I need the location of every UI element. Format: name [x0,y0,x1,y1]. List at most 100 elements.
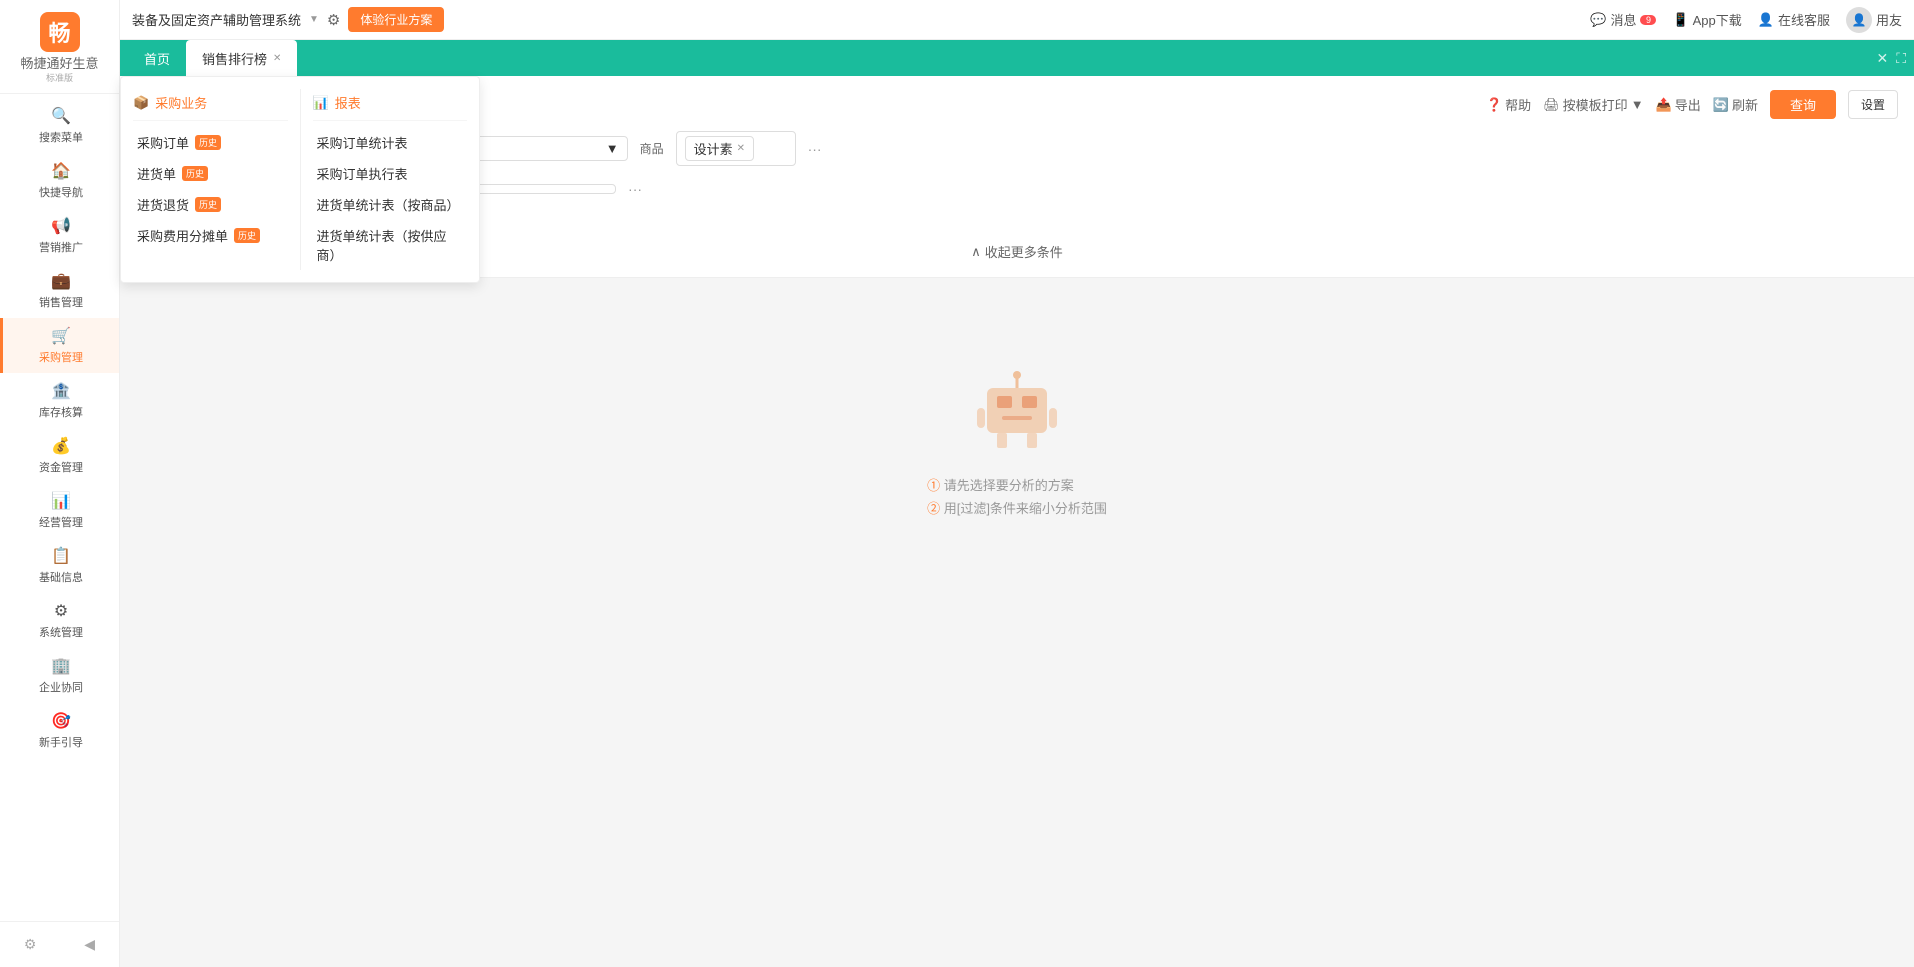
topbar-app-download[interactable]: 📱 App下载 [1672,10,1741,29]
sidebar-item-marketing[interactable]: 📢 营销推广 [0,208,119,263]
purchase-col: 📦 采购业务 采购订单 历史 进货单 历史 进货退货 历史 采购费用分摊单 历史 [121,89,300,270]
sidebar-item-search[interactable]: 🔍搜索菜单 [0,98,119,153]
quick-nav-icon: 🏠 [51,161,71,181]
sidebar-item-operations[interactable]: 📊 经营管理 [0,483,119,538]
print-dropdown-arrow: ▼ [1631,97,1644,112]
purchase-order-stats-item[interactable]: 采购订单统计表 [313,127,468,158]
goods-select[interactable]: 设计素 ✕ [676,131,796,166]
report-col-header: 📊 报表 [313,89,468,121]
incoming-stats-goods-item[interactable]: 进货单统计表（按商品） [313,189,468,220]
report-col-title: 报表 [335,93,361,112]
inventory-icon: 🏦 [51,381,71,401]
purchase-dropdown-menu: 📦 采购业务 采购订单 历史 进货单 历史 进货退货 历史 采购费用分摊单 历史 [120,76,480,283]
tab-sales-rank[interactable]: 销售排行榜 ✕ [186,40,297,76]
help-button[interactable]: ❓ 帮助 [1486,95,1531,114]
quick-nav-label: 快捷导航 [39,184,83,200]
goods-label: 商品 [640,140,664,157]
basic-info-label: 基础信息 [39,569,83,585]
doc-status-arrow: ▼ [606,141,619,156]
purchase-order-exec-item[interactable]: 采购订单执行表 [313,158,468,189]
purchase-order-hist: 历史 [195,135,221,150]
sidebar-footer: ⚙ ◀ [0,921,119,967]
report-col: 📊 报表 采购订单统计表 采购订单执行表 进货单统计表（按商品） 进货单统计表（… [300,89,480,270]
basic-info-icon: 📋 [51,546,71,566]
marketing-icon: 📢 [51,216,71,236]
empty-icon [957,358,1077,458]
sidebar: 畅 畅捷通好生意 标准版 🔍搜索菜单 🏠 快捷导航 📢 营销推广 💼 销售管理 🛒采购管理🏦库… [0,0,120,967]
tab-sales-rank-close[interactable]: ✕ [273,53,281,64]
dropdown-columns: 📦 采购业务 采购订单 历史 进货单 历史 进货退货 历史 采购费用分摊单 历史 [121,89,479,270]
purchase-label: 采购管理 [39,349,83,365]
system-title: 装备及固定资产辅助管理系统 [132,10,301,29]
app-icon: 📱 [1672,12,1688,28]
doc-status-select[interactable]: ▼ [468,136,628,161]
topbar-right: 💬 消息 9 📱 App下载 👤 在线客服 👤 用友 [1590,7,1902,33]
return-goods-item[interactable]: 进货退货 历史 [133,189,288,220]
tab-home-label: 首页 [144,49,170,68]
empty-state: ① 请先选择要分析的方案 ② 用[过滤]条件来缩小分析范围 [120,278,1914,601]
app-logo-text: 畅捷通好生意 标准版 [20,56,98,85]
tab-close-btn[interactable]: ✕ [1876,50,1888,67]
topbar-online-service[interactable]: 👤 在线客服 [1758,10,1830,29]
purchase-order-item[interactable]: 采购订单 历史 [133,127,288,158]
sidebar-settings-btn[interactable]: ⚙ [20,932,41,957]
finance-label: 资金管理 [39,459,83,475]
refresh-button[interactable]: 🔄 刷新 [1713,95,1758,114]
empty-text: ① 请先选择要分析的方案 ② 用[过滤]条件来缩小分析范围 [927,474,1107,521]
refresh-icon: 🔄 [1713,97,1729,113]
incoming-stats-supplier-item[interactable]: 进货单统计表（按供应商） [313,220,468,270]
sidebar-item-finance[interactable]: 💰资金管理 [0,428,119,483]
export-button[interactable]: 📤 导出 [1656,95,1701,114]
app-logo-badge: 标准版 [20,73,98,85]
sidebar-item-enterprise[interactable]: 🏢 企业协同 [0,648,119,703]
search-icon: 🔍 [51,106,71,126]
incoming-order-item[interactable]: 进货单 历史 [133,158,288,189]
industry-solution-button[interactable]: 体验行业方案 [348,7,444,32]
purchase-expense-item[interactable]: 采购费用分摊单 历史 [133,220,288,251]
report-col-icon: 📊 [313,95,329,111]
collapse-icon: ∧ [971,244,981,260]
enterprise-icon: 🏢 [51,656,71,676]
system-title-dropdown[interactable]: ▼ [309,14,319,25]
guide-icon: 🎯 [51,711,71,731]
print-icon: 🖨 [1543,97,1560,113]
sidebar-item-guide[interactable]: 🎯新手引导 [0,703,119,758]
row2-ellipsis[interactable]: ··· [628,181,642,197]
message-label: 消息 [1610,10,1636,29]
sidebar-item-basic-info[interactable]: 📋 基础信息 [0,538,119,593]
marketing-label: 营销推广 [39,239,83,255]
goods-tag-close[interactable]: ✕ [737,143,745,154]
operations-icon: 📊 [51,491,71,511]
incoming-order-hist: 历史 [182,166,208,181]
sidebar-item-inventory[interactable]: 🏦库存核算 [0,373,119,428]
query-button[interactable]: 查询 [1770,90,1836,119]
sidebar-logo: 畅 畅捷通好生意 标准版 [0,0,119,94]
sidebar-collapse-btn[interactable]: ◀ [80,932,99,957]
print-button[interactable]: 🖨 按模板打印 ▼ [1543,95,1643,114]
sales-icon: 💼 [51,271,71,291]
system-icon: ⚙ [54,601,68,621]
topbar-user[interactable]: 👤 用友 [1846,7,1902,33]
tab-sales-rank-label: 销售排行榜 [202,49,267,68]
purchase-col-icon: 📦 [133,95,149,111]
row1-ellipsis[interactable]: ··· [808,141,822,157]
goods-tag: 设计素 ✕ [685,136,754,161]
sidebar-item-purchase[interactable]: 🛒采购管理 [0,318,119,373]
tab-home[interactable]: 首页 [128,40,186,76]
service-label: 在线客服 [1778,10,1830,29]
operations-label: 经营管理 [39,514,83,530]
topbar-message[interactable]: 💬 消息 9 [1590,10,1656,29]
sidebar-item-quick-nav[interactable]: 🏠 快捷导航 [0,153,119,208]
hint1-text: 请先选择要分析的方案 [944,478,1074,493]
sales-label: 销售管理 [39,294,83,310]
enterprise-label: 企业协同 [39,679,83,695]
sidebar-item-system[interactable]: ⚙系统管理 [0,593,119,648]
sidebar-item-sales[interactable]: 💼 销售管理 [0,263,119,318]
topbar-settings-icon[interactable]: ⚙ [327,11,340,29]
tabbar: 首页 销售排行榜 ✕ ✕ ⛶ [120,40,1914,76]
filter-settings-button[interactable]: 设置 [1848,90,1898,119]
help-icon: ❓ [1486,97,1502,113]
export-icon: 📤 [1656,97,1672,113]
tab-expand-btn[interactable]: ⛶ [1896,50,1906,67]
tab-actions: ✕ ⛶ [1876,50,1906,67]
